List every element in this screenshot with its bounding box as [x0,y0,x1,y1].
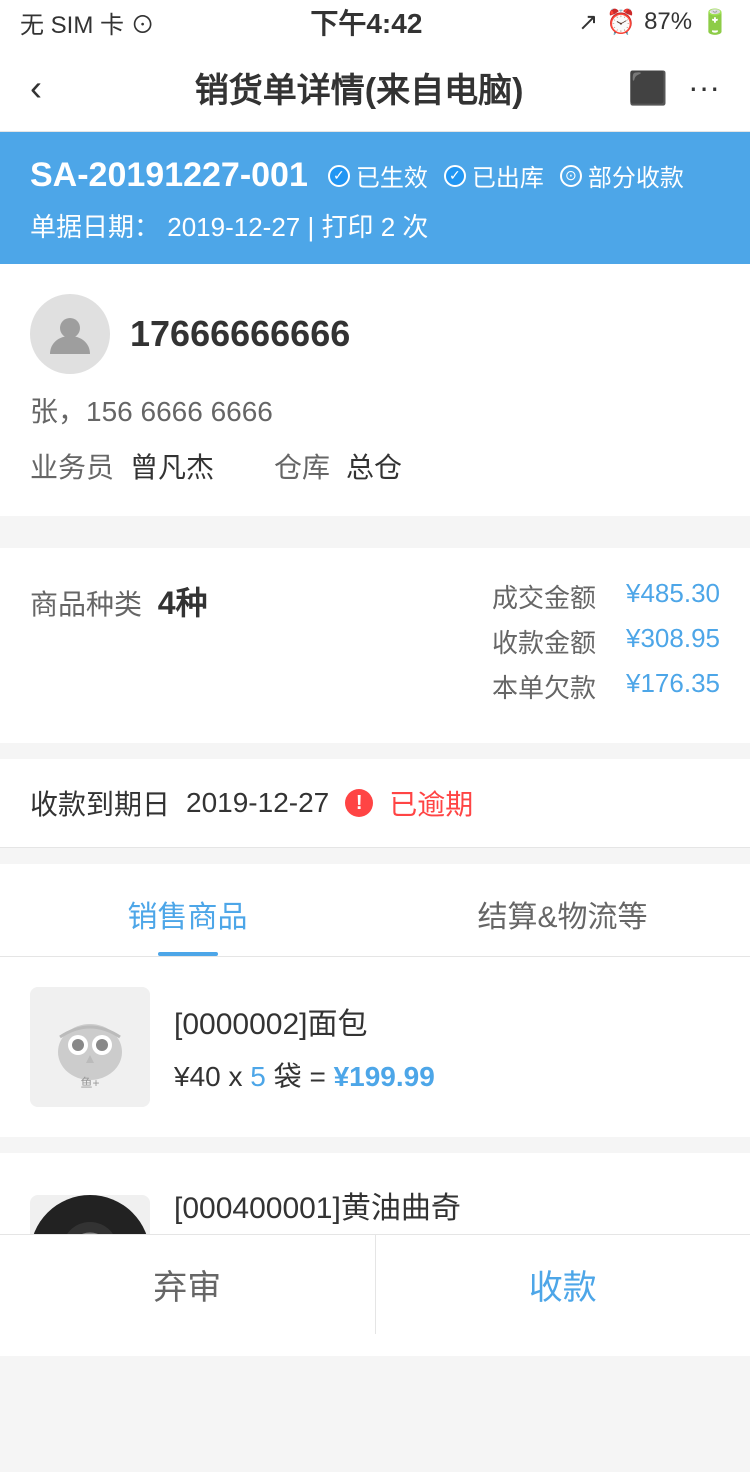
signal-text: 无 SIM 卡 ⊙ [20,5,155,40]
status-time: 下午4:42 [310,2,422,42]
order-header: SA-20191227-001 ✓ 已生效 ✓ 已出库 ⊙ 部分收款 单据日期：… [0,132,750,264]
salesperson-item: 业务员 曾凡杰 [30,446,214,486]
warehouse-value: 总仓 [346,446,402,486]
product-type-label: 商品种类 [30,589,142,620]
warehouse-label: 仓库 [274,446,330,486]
divider-1 [0,532,750,548]
back-button[interactable]: ‹ [30,67,90,109]
status-bar: 无 SIM 卡 ⊙ 下午4:42 ↗ ⏰ 87% 🔋 [0,0,750,44]
salesperson-label: 业务员 [30,446,114,486]
warehouse-item: 仓库 总仓 [274,446,402,486]
cancel-button[interactable]: 弃审 [0,1235,376,1334]
tab-sales-label: 销售商品 [128,901,248,934]
cancel-label: 弃审 [153,1260,221,1309]
product-image-1: 鱼+ [30,987,150,1107]
status-partial-label: 部分收款 [588,158,684,193]
status-shipped: ✓ 已出库 [444,158,544,193]
order-date-row: 单据日期： 2019-12-27 | 打印 2 次 [30,207,720,244]
check-icon-2: ✓ [444,165,466,187]
print-suffix: 次 [402,212,428,242]
deal-amount-value: ¥485.30 [626,578,720,615]
confirm-button[interactable]: 收款 [376,1235,750,1334]
bottom-bar: 弃审 收款 [0,1234,750,1334]
status-partial: ⊙ 部分收款 [560,158,684,193]
price-x-1: x [229,1061,251,1092]
nav-bar: ‹ 销货单详情(来自电脑) ⬛ ··· [0,44,750,132]
order-id: SA-20191227-001 [30,156,308,195]
battery-icon: 🔋 [700,8,730,37]
product-info-1: [0000002]面包 ¥40 x 5 袋 = ¥199.99 [174,999,720,1095]
alarm-icon: ⏰ [606,8,636,37]
page-title: 销货单详情(来自电脑) [195,63,524,112]
status-effected: ✓ 已生效 [328,158,428,193]
date-label: 单据日期： [30,212,160,242]
tab-sales-products[interactable]: 销售商品 [0,864,375,956]
overdue-icon: ! [345,789,373,817]
order-date: 2019-12-27 [167,212,300,242]
tabs-section: 销售商品 结算&物流等 [0,864,750,957]
product-name-2: [000400001]黄油曲奇 [174,1183,720,1227]
due-label: 收款到期日 [30,783,170,823]
customer-row: 17666666666 [30,294,720,374]
status-shipped-label: 已出库 [472,158,544,193]
stats-left: 商品种类 4种 [30,578,208,624]
price-base-1: ¥40 [174,1061,221,1092]
product-type-count: 4种 [158,585,208,621]
deal-amount-label: 成交金额 [492,578,596,615]
product-item-1: 鱼+ [0000002]面包 ¥40 x 5 袋 = ¥199.99 [0,957,750,1137]
salesperson-value: 曾凡杰 [130,446,214,486]
debt-label: 本单欠款 [492,668,596,705]
product-name-1: [0000002]面包 [174,999,720,1043]
stats-right: 成交金额 ¥485.30 收款金额 ¥308.95 本单欠款 ¥176.35 [492,578,720,713]
customer-meta: 业务员 曾凡杰 仓库 总仓 [30,446,720,486]
received-row: 收款金额 ¥308.95 [492,623,720,660]
more-button[interactable]: ··· [688,69,720,106]
product-price-1: ¥40 x 5 袋 = ¥199.99 [174,1055,720,1095]
battery-text: 87% [644,8,692,36]
deal-amount-row: 成交金额 ¥485.30 [492,578,720,615]
customer-section: 17666666666 张，156 6666 6666 业务员 曾凡杰 仓库 总… [0,264,750,516]
avatar [30,294,110,374]
due-section: 收款到期日 2019-12-27 ! 已逾期 [0,759,750,848]
status-left: 无 SIM 卡 ⊙ [20,5,155,40]
customer-sub: 张，156 6666 6666 [30,390,720,430]
clock-icon: ⊙ [560,165,582,187]
status-effected-label: 已生效 [356,158,428,193]
total-1: ¥199.99 [334,1061,435,1092]
location-icon: ↗ [578,8,598,37]
tab-settlement[interactable]: 结算&物流等 [375,864,750,956]
print-count: 2 [381,212,395,242]
unit-1: 袋 [274,1061,302,1092]
overdue-text: 已逾期 [389,783,473,823]
nav-actions: ⬛ ··· [628,69,720,107]
status-badges: ✓ 已生效 ✓ 已出库 ⊙ 部分收款 [328,158,684,193]
svg-text:鱼+: 鱼+ [80,1076,99,1090]
bottom-spacer [0,1372,750,1472]
eq-1: = [309,1061,333,1092]
received-label: 收款金额 [492,623,596,660]
received-value: ¥308.95 [626,623,720,660]
confirm-label: 收款 [529,1260,597,1309]
share-button[interactable]: ⬛ [628,69,668,107]
check-icon-1: ✓ [328,165,350,187]
print-label: | 打印 [307,212,373,242]
debt-row: 本单欠款 ¥176.35 [492,668,720,705]
status-right: ↗ ⏰ 87% 🔋 [578,8,730,37]
tab-settlement-label: 结算&物流等 [477,901,647,934]
qty-1: 5 [250,1061,266,1092]
debt-value: ¥176.35 [626,668,720,705]
order-id-row: SA-20191227-001 ✓ 已生效 ✓ 已出库 ⊙ 部分收款 [30,156,720,195]
due-date: 2019-12-27 [186,787,329,819]
divider-2 [0,848,750,864]
stats-section: 商品种类 4种 成交金额 ¥485.30 收款金额 ¥308.95 本单欠款 ¥… [0,548,750,743]
customer-name: 17666666666 [130,313,350,355]
